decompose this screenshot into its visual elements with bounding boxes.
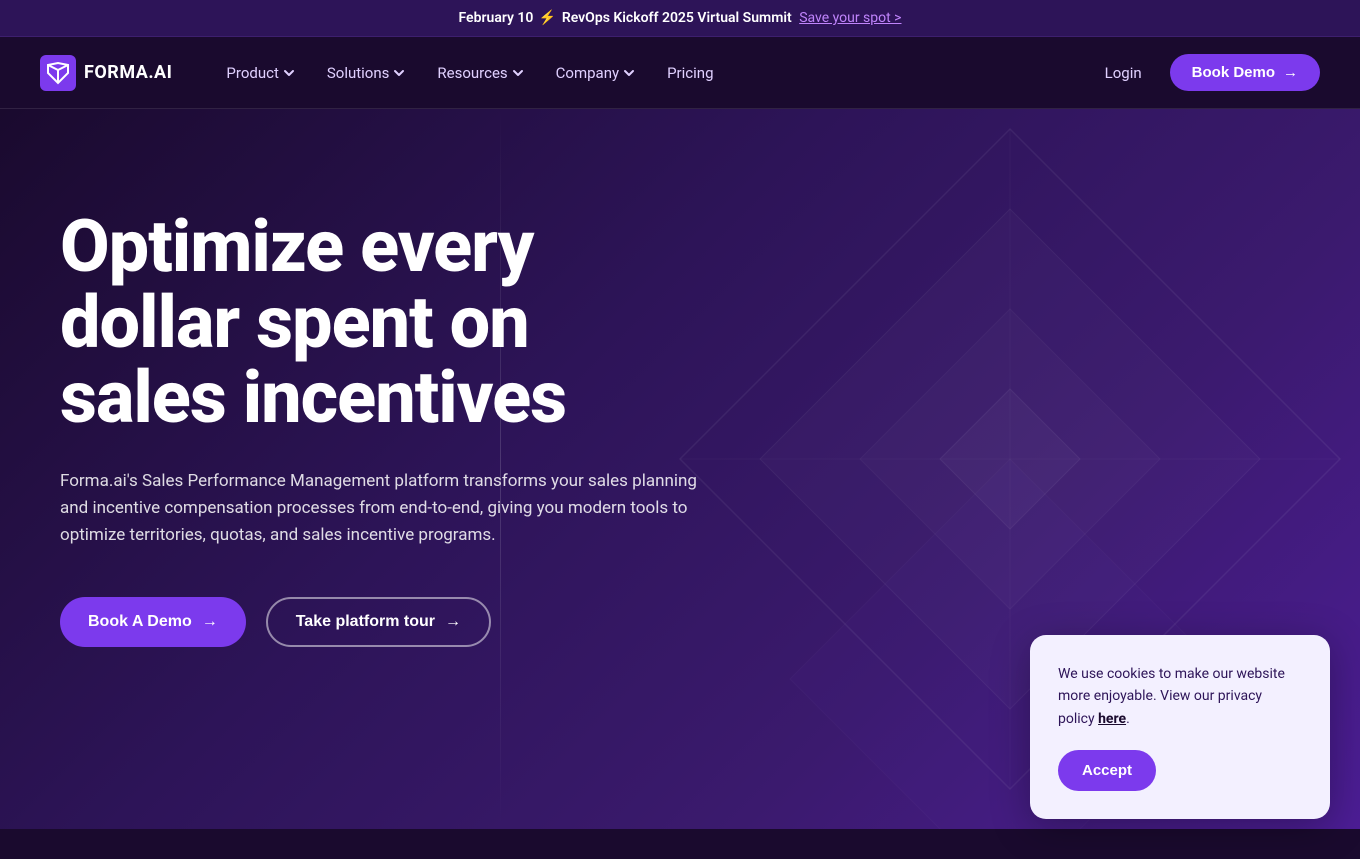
product-chevron-icon bbox=[283, 67, 295, 79]
nav-pricing[interactable]: Pricing bbox=[653, 56, 727, 90]
book-demo-hero-label: Book A Demo bbox=[88, 613, 192, 631]
book-demo-arrow-icon: → bbox=[1283, 64, 1298, 81]
resources-chevron-icon bbox=[512, 67, 524, 79]
logo[interactable]: FORMA.AI bbox=[40, 55, 172, 91]
bolt-icon: ⚡ bbox=[539, 10, 556, 26]
nav-solutions-label: Solutions bbox=[327, 64, 390, 82]
accept-cookies-button[interactable]: Accept bbox=[1058, 750, 1156, 791]
nav-company[interactable]: Company bbox=[542, 56, 649, 90]
hero-subtitle: Forma.ai's Sales Performance Management … bbox=[60, 468, 720, 550]
nav-pricing-label: Pricing bbox=[667, 64, 713, 82]
book-demo-hero-button[interactable]: Book A Demo → bbox=[60, 597, 246, 647]
announcement-banner: February 10 ⚡ RevOps Kickoff 2025 Virtua… bbox=[0, 0, 1360, 37]
platform-tour-button[interactable]: Take platform tour → bbox=[266, 597, 491, 647]
announcement-date: February 10 bbox=[459, 10, 534, 26]
nav-product[interactable]: Product bbox=[212, 56, 308, 90]
cookie-message: We use cookies to make our website more … bbox=[1058, 666, 1285, 727]
navbar: FORMA.AI Product Solutions Resources Com… bbox=[0, 37, 1360, 109]
hero-content: Optimize every dollar spent on sales inc… bbox=[0, 109, 780, 727]
hero-title: Optimize every dollar spent on sales inc… bbox=[60, 209, 720, 436]
nav-solutions[interactable]: Solutions bbox=[313, 56, 420, 90]
hero-title-line3: sales incentives bbox=[60, 355, 566, 440]
book-demo-label: Book Demo bbox=[1192, 64, 1275, 81]
book-demo-button[interactable]: Book Demo → bbox=[1170, 54, 1320, 91]
hero-buttons: Book A Demo → Take platform tour → bbox=[60, 597, 720, 647]
announcement-event: RevOps Kickoff 2025 Virtual Summit bbox=[562, 10, 792, 26]
solutions-chevron-icon bbox=[393, 67, 405, 79]
company-chevron-icon bbox=[623, 67, 635, 79]
save-spot-link[interactable]: Save your spot > bbox=[799, 10, 901, 26]
logo-text: FORMA.AI bbox=[84, 62, 172, 83]
logo-icon bbox=[40, 55, 76, 91]
cookie-period: . bbox=[1126, 711, 1130, 727]
cookie-text: We use cookies to make our website more … bbox=[1058, 663, 1302, 730]
book-demo-hero-arrow-icon: → bbox=[202, 613, 218, 631]
hero-title-line1: Optimize every bbox=[60, 204, 533, 289]
nav-resources[interactable]: Resources bbox=[423, 56, 537, 90]
platform-tour-label: Take platform tour bbox=[296, 613, 435, 631]
nav-links: Product Solutions Resources Company Pric… bbox=[212, 56, 1092, 90]
nav-product-label: Product bbox=[226, 64, 278, 82]
hero-title-line2: dollar spent on bbox=[60, 280, 529, 365]
nav-company-label: Company bbox=[556, 64, 619, 82]
cookie-banner: We use cookies to make our website more … bbox=[1030, 635, 1330, 819]
login-button[interactable]: Login bbox=[1093, 56, 1154, 90]
nav-resources-label: Resources bbox=[437, 64, 507, 82]
privacy-policy-link[interactable]: here bbox=[1098, 711, 1126, 727]
platform-tour-arrow-icon: → bbox=[445, 613, 461, 631]
nav-right: Login Book Demo → bbox=[1093, 54, 1320, 91]
